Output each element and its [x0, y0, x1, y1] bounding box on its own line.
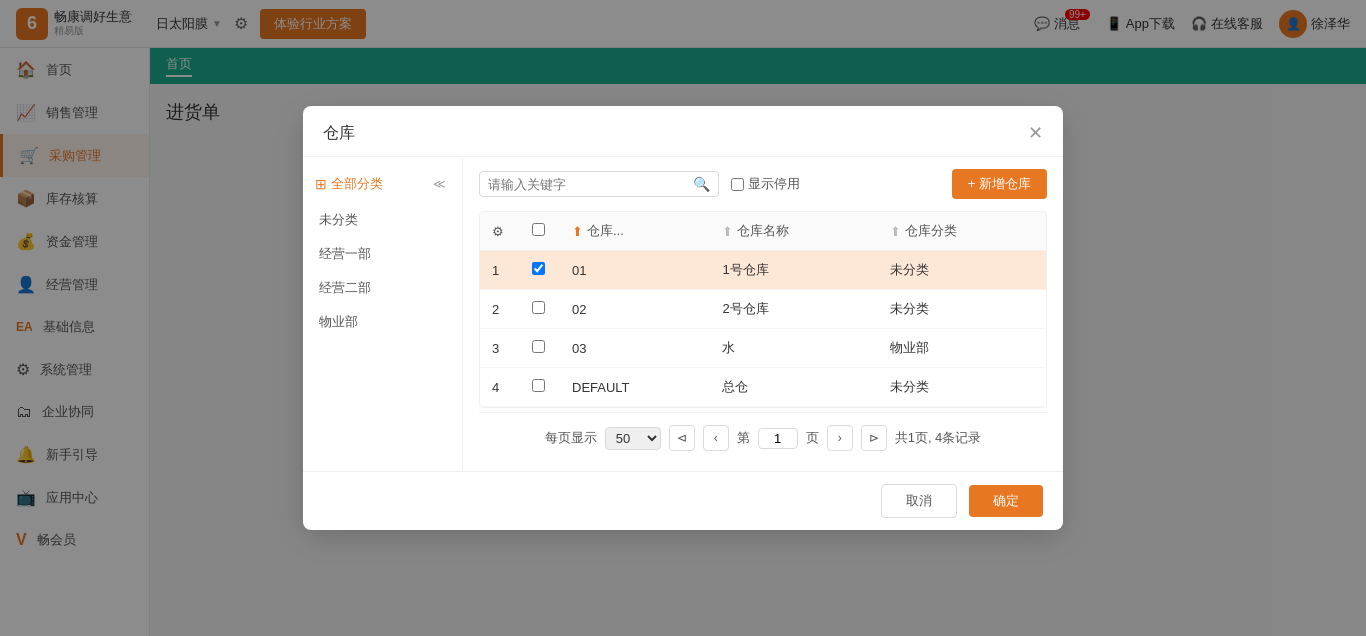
row-check[interactable]	[532, 262, 545, 275]
row-code: 01	[560, 251, 710, 290]
row-category: 未分类	[878, 368, 1046, 407]
modal-header: 仓库 ✕	[303, 106, 1063, 157]
category-item-uncategorized[interactable]: 未分类	[303, 203, 462, 237]
col-gear: ⚙	[480, 212, 520, 251]
warehouse-table: ⚙ ⬆ 仓库...	[479, 211, 1047, 408]
per-page-select[interactable]: 50 100	[605, 427, 661, 450]
category-title: ⊞ 全部分类	[315, 175, 383, 193]
row-category: 未分类	[878, 251, 1046, 290]
sort-icon-cat: ⬆	[890, 224, 901, 239]
row-name: 1号仓库	[710, 251, 878, 290]
row-check[interactable]	[532, 301, 545, 314]
new-warehouse-button[interactable]: + 新增仓库	[952, 169, 1047, 199]
row-num: 2	[480, 290, 520, 329]
prev-page-button[interactable]: ‹	[703, 425, 729, 451]
per-page-label: 每页显示	[545, 429, 597, 447]
row-num: 1	[480, 251, 520, 290]
col-checkbox	[520, 212, 560, 251]
warehouse-modal: 仓库 ✕ ⊞ 全部分类 ≪ 未分类 经营一部 经营二部 物业部	[303, 106, 1063, 530]
page-input[interactable]	[758, 428, 798, 449]
modal-title: 仓库	[323, 123, 355, 144]
modal-footer: 取消 确定	[303, 471, 1063, 530]
table-row[interactable]: 3 03 水 物业部	[480, 329, 1046, 368]
show-disabled-label[interactable]: 显示停用	[731, 175, 800, 193]
row-check[interactable]	[532, 379, 545, 392]
sort-icon: ⬆	[572, 224, 583, 239]
row-checkbox[interactable]	[520, 251, 560, 290]
category-item-ops1[interactable]: 经营一部	[303, 237, 462, 271]
page-suffix: 页	[806, 429, 819, 447]
row-code: DEFAULT	[560, 368, 710, 407]
row-num: 3	[480, 329, 520, 368]
search-box[interactable]: 🔍	[479, 171, 719, 197]
page-text: 第	[737, 429, 750, 447]
table-row[interactable]: 2 02 2号仓库 未分类	[480, 290, 1046, 329]
row-name: 2号仓库	[710, 290, 878, 329]
col-name-header: ⬆ 仓库名称	[710, 212, 878, 251]
category-item-property[interactable]: 物业部	[303, 305, 462, 339]
search-row: 🔍 显示停用 + 新增仓库	[479, 169, 1047, 199]
col-category-header: ⬆ 仓库分类	[878, 212, 1046, 251]
row-checkbox[interactable]	[520, 290, 560, 329]
search-icon: 🔍	[693, 176, 710, 192]
total-info: 共1页, 4条记录	[895, 429, 982, 447]
row-checkbox[interactable]	[520, 329, 560, 368]
show-disabled-checkbox[interactable]	[731, 178, 744, 191]
row-code: 03	[560, 329, 710, 368]
search-input[interactable]	[488, 177, 693, 192]
last-page-button[interactable]: ⊳	[861, 425, 887, 451]
settings-icon: ⚙	[492, 224, 504, 239]
col-code-header: ⬆ 仓库...	[560, 212, 710, 251]
modal-body: ⊞ 全部分类 ≪ 未分类 经营一部 经营二部 物业部 🔍	[303, 157, 1063, 471]
row-category: 物业部	[878, 329, 1046, 368]
row-num: 4	[480, 368, 520, 407]
select-all-checkbox[interactable]	[532, 223, 545, 236]
next-page-button[interactable]: ›	[827, 425, 853, 451]
pagination: 每页显示 50 100 ⊲ ‹ 第 页 › ⊳ 共1页, 4条记录	[479, 412, 1047, 459]
row-name: 总仓	[710, 368, 878, 407]
confirm-button[interactable]: 确定	[969, 485, 1043, 517]
category-header: ⊞ 全部分类 ≪	[303, 169, 462, 203]
modal-overlay: 仓库 ✕ ⊞ 全部分类 ≪ 未分类 经营一部 经营二部 物业部	[0, 0, 1366, 636]
row-name: 水	[710, 329, 878, 368]
grid-icon: ⊞	[315, 176, 327, 192]
category-item-ops2[interactable]: 经营二部	[303, 271, 462, 305]
row-category: 未分类	[878, 290, 1046, 329]
row-code: 02	[560, 290, 710, 329]
table-row[interactable]: 4 DEFAULT 总仓 未分类	[480, 368, 1046, 407]
collapse-button[interactable]: ≪	[429, 175, 450, 193]
row-check[interactable]	[532, 340, 545, 353]
cancel-button[interactable]: 取消	[881, 484, 957, 518]
row-checkbox[interactable]	[520, 368, 560, 407]
close-icon[interactable]: ✕	[1028, 122, 1043, 144]
modal-category-sidebar: ⊞ 全部分类 ≪ 未分类 经营一部 经营二部 物业部	[303, 157, 463, 471]
modal-main: 🔍 显示停用 + 新增仓库 ⚙	[463, 157, 1063, 471]
table-row[interactable]: 1 01 1号仓库 未分类	[480, 251, 1046, 290]
sort-icon-name: ⬆	[722, 224, 733, 239]
first-page-button[interactable]: ⊲	[669, 425, 695, 451]
